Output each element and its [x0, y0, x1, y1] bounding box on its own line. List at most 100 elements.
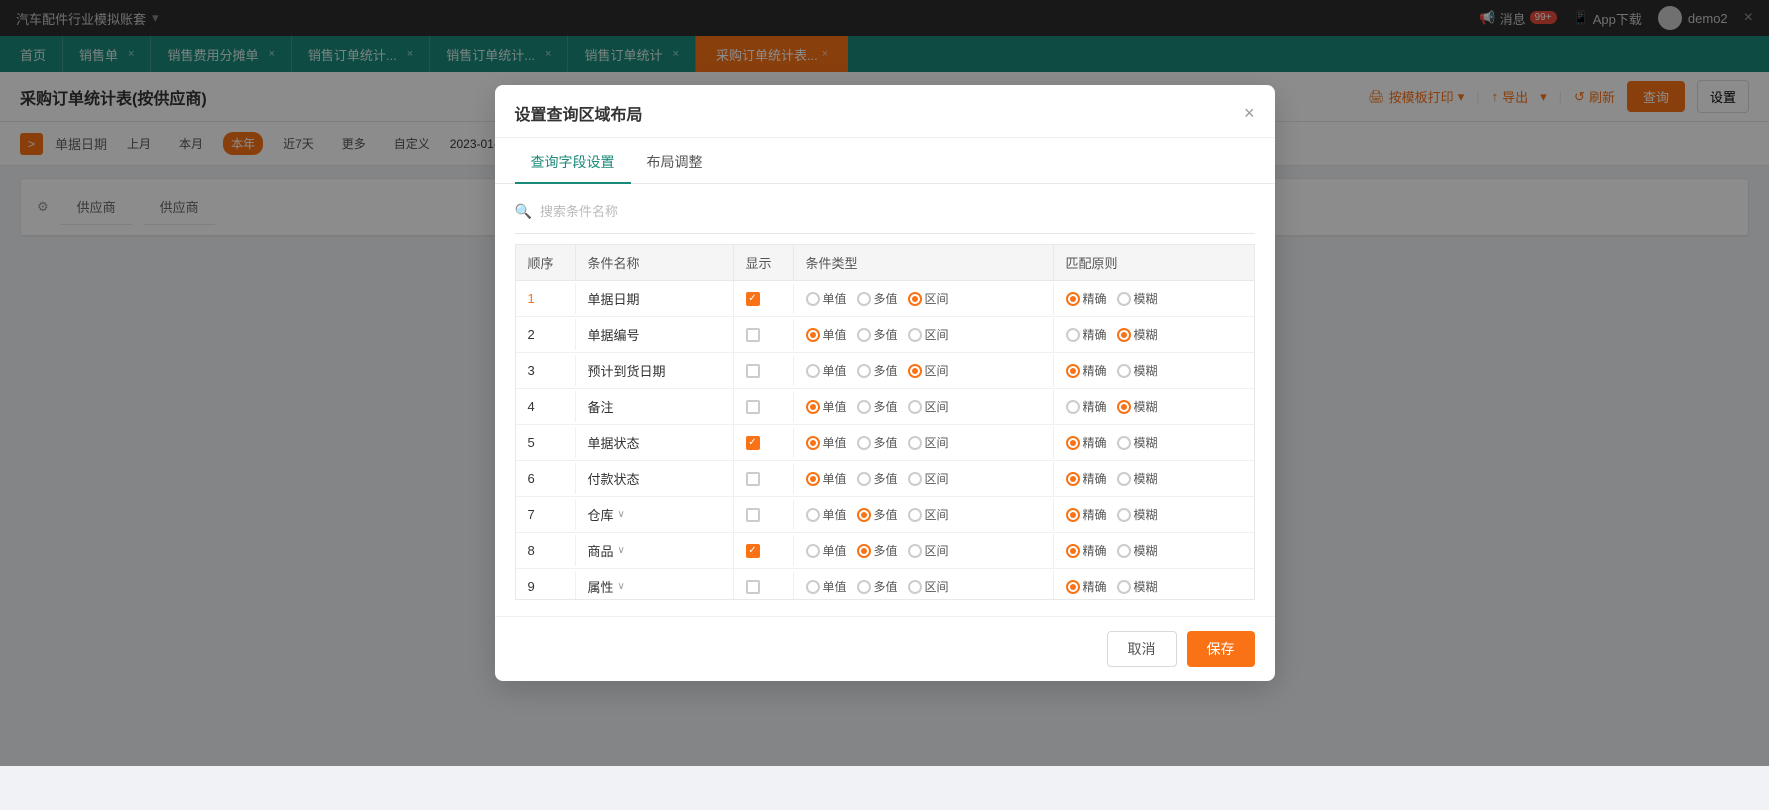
row1-multi[interactable]: 多值 [857, 290, 898, 307]
modal-title: 设置查询区域布局 [515, 101, 643, 125]
row5-order: 5 [516, 427, 576, 458]
row1-order: 1 [516, 283, 576, 314]
row3-single[interactable]: 单值 [806, 362, 847, 379]
col-type: 条件类型 [794, 245, 1054, 280]
row5-exact[interactable]: 精确 [1066, 434, 1107, 451]
row6-checkbox[interactable] [746, 472, 760, 486]
row8-checkbox[interactable] [746, 544, 760, 558]
row2-show [734, 320, 794, 350]
row5-show [734, 428, 794, 458]
row8-fuzzy[interactable]: 模糊 [1117, 542, 1158, 559]
row7-match: 精确 模糊 [1054, 498, 1254, 531]
row4-fuzzy[interactable]: 模糊 [1117, 398, 1158, 415]
row6-single[interactable]: 单值 [806, 470, 847, 487]
table-row: 2 单据编号 单值 [516, 317, 1254, 353]
row5-multi[interactable]: 多值 [857, 434, 898, 451]
row5-fuzzy[interactable]: 模糊 [1117, 434, 1158, 451]
table-row: 3 预计到货日期 单值 [516, 353, 1254, 389]
row9-expand-icon[interactable]: ∨ [618, 581, 625, 592]
modal-search-input[interactable] [532, 200, 1255, 223]
row9-match: 精确 模糊 [1054, 570, 1254, 600]
row8-name: 商品 ∨ [576, 533, 734, 568]
row7-expand-icon[interactable]: ∨ [618, 509, 625, 520]
row8-range[interactable]: 区间 [908, 542, 949, 559]
row5-type: 单值 多值 区间 [794, 426, 1054, 459]
row9-exact[interactable]: 精确 [1066, 578, 1107, 595]
row5-checkbox[interactable] [746, 436, 760, 450]
row6-exact[interactable]: 精确 [1066, 470, 1107, 487]
row2-multi[interactable]: 多值 [857, 326, 898, 343]
row2-exact[interactable]: 精确 [1066, 326, 1107, 343]
table-row: 8 商品 ∨ [516, 533, 1254, 569]
row7-multi[interactable]: 多值 [857, 506, 898, 523]
row7-range[interactable]: 区间 [908, 506, 949, 523]
row6-range[interactable]: 区间 [908, 470, 949, 487]
row8-single[interactable]: 单值 [806, 542, 847, 559]
row3-match: 精确 模糊 [1054, 354, 1254, 387]
row7-exact[interactable]: 精确 [1066, 506, 1107, 523]
row3-multi[interactable]: 多值 [857, 362, 898, 379]
col-name: 条件名称 [576, 245, 734, 280]
modal-close-btn[interactable]: × [1244, 104, 1255, 122]
row9-range[interactable]: 区间 [908, 578, 949, 595]
row8-exact[interactable]: 精确 [1066, 542, 1107, 559]
row1-single-radio [806, 292, 820, 306]
row4-exact[interactable]: 精确 [1066, 398, 1107, 415]
row3-fuzzy[interactable]: 模糊 [1117, 362, 1158, 379]
row9-fuzzy[interactable]: 模糊 [1117, 578, 1158, 595]
row2-checkbox[interactable] [746, 328, 760, 342]
col-show: 显示 [734, 245, 794, 280]
row3-show [734, 356, 794, 386]
row3-exact[interactable]: 精确 [1066, 362, 1107, 379]
row7-single[interactable]: 单值 [806, 506, 847, 523]
row1-single[interactable]: 单值 [806, 290, 847, 307]
row6-type: 单值 多值 区间 [794, 462, 1054, 495]
row1-fuzzy[interactable]: 模糊 [1117, 290, 1158, 307]
row4-range[interactable]: 区间 [908, 398, 949, 415]
row9-multi[interactable]: 多值 [857, 578, 898, 595]
row4-checkbox[interactable] [746, 400, 760, 414]
row1-checkbox[interactable] [746, 292, 760, 306]
row7-type: 单值 多值 区间 [794, 498, 1054, 531]
row4-multi[interactable]: 多值 [857, 398, 898, 415]
row4-match: 精确 模糊 [1054, 390, 1254, 423]
row8-match: 精确 模糊 [1054, 534, 1254, 567]
row1-match: 精确 模糊 [1054, 282, 1254, 315]
modal-footer: 取消 保存 [495, 616, 1275, 681]
row9-type: 单值 多值 区间 [794, 570, 1054, 600]
cancel-button[interactable]: 取消 [1107, 631, 1177, 667]
modal-conditions-table: 顺序 条件名称 显示 条件类型 匹配原则 1 单据日期 [515, 244, 1255, 600]
row5-match: 精确 模糊 [1054, 426, 1254, 459]
col-match: 匹配原则 [1054, 245, 1254, 280]
row5-single[interactable]: 单值 [806, 434, 847, 451]
row1-range[interactable]: 区间 [908, 290, 949, 307]
row2-fuzzy[interactable]: 模糊 [1117, 326, 1158, 343]
row3-range[interactable]: 区间 [908, 362, 949, 379]
row9-checkbox[interactable] [746, 580, 760, 594]
col-order: 顺序 [516, 245, 576, 280]
row2-type: 单值 多值 区间 [794, 318, 1054, 351]
row2-single[interactable]: 单值 [806, 326, 847, 343]
row5-range[interactable]: 区间 [908, 434, 949, 451]
row7-show [734, 500, 794, 530]
modal-tab-query-fields[interactable]: 查询字段设置 [515, 142, 631, 184]
row9-single[interactable]: 单值 [806, 578, 847, 595]
table-row: 7 仓库 ∨ [516, 497, 1254, 533]
row8-expand-icon[interactable]: ∨ [618, 545, 625, 556]
save-button[interactable]: 保存 [1187, 631, 1255, 667]
modal-tab-layout-adjust[interactable]: 布局调整 [631, 142, 719, 184]
row2-range[interactable]: 区间 [908, 326, 949, 343]
modal-tabs: 查询字段设置 布局调整 [495, 142, 1275, 184]
row8-multi[interactable]: 多值 [857, 542, 898, 559]
row7-name: 仓库 ∨ [576, 497, 734, 532]
row9-name: 属性 ∨ [576, 569, 734, 600]
row6-multi[interactable]: 多值 [857, 470, 898, 487]
row3-checkbox[interactable] [746, 364, 760, 378]
row4-single[interactable]: 单值 [806, 398, 847, 415]
row7-checkbox[interactable] [746, 508, 760, 522]
row1-exact[interactable]: 精确 [1066, 290, 1107, 307]
row5-name: 单据状态 [576, 425, 734, 460]
row6-fuzzy[interactable]: 模糊 [1117, 470, 1158, 487]
row7-fuzzy[interactable]: 模糊 [1117, 506, 1158, 523]
modal-table-header: 顺序 条件名称 显示 条件类型 匹配原则 [515, 244, 1255, 280]
